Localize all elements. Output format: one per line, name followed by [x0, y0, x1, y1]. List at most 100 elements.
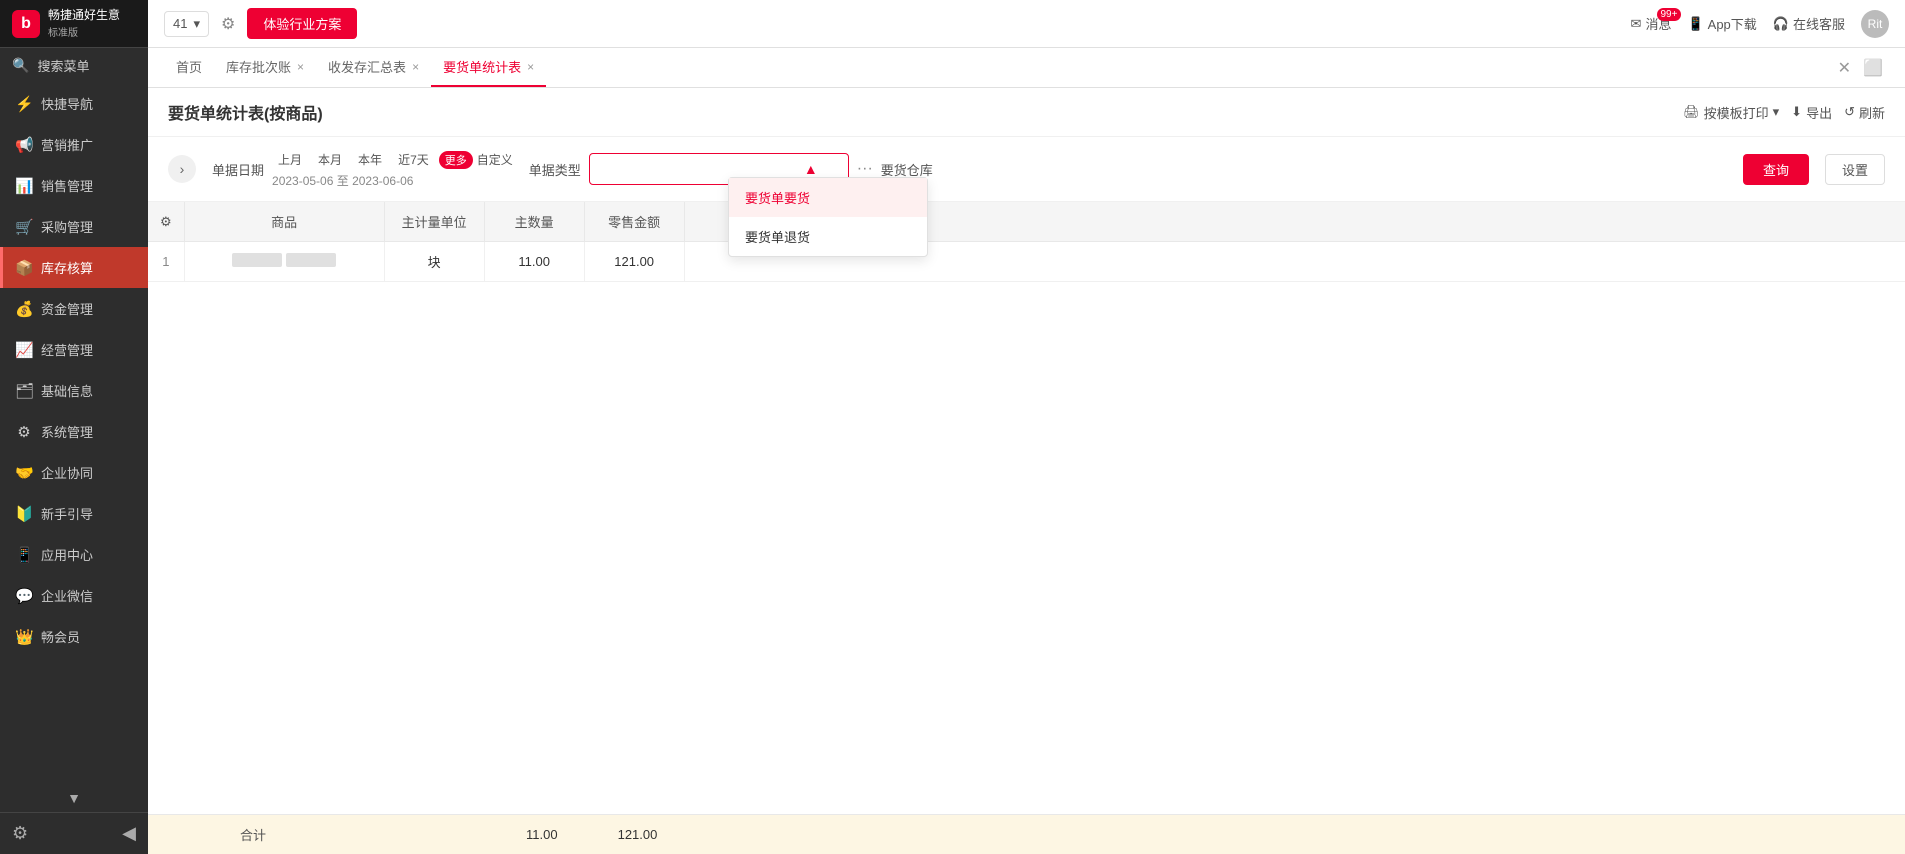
filter-expand-btn[interactable]: › [168, 155, 196, 183]
sidebar-item-vip[interactable]: 👑 畅会员 [0, 616, 148, 657]
search-menu[interactable]: 🔍 搜索菜单 [0, 48, 148, 83]
export-btn[interactable]: ⬇ 导出 [1791, 103, 1832, 122]
print-template-label: 按模板打印 [1704, 103, 1769, 122]
sidebar-item-enterprise[interactable]: 🤝 企业协同 [0, 452, 148, 493]
tab-inventory-batch-close[interactable]: × [297, 60, 304, 74]
footer-qty: 11.00 [526, 827, 558, 842]
col-goods: 商品 [184, 202, 384, 242]
goods-placeholder-2 [286, 253, 336, 267]
sidebar-item-marketing[interactable]: 📢 营销推广 [0, 124, 148, 165]
sidebar-item-label: 营销推广 [41, 135, 93, 154]
date-shortcuts: 上月 本月 本年 近7天 更多 自定义 [272, 149, 513, 170]
tab-order-stats[interactable]: 要货单统计表 × [431, 48, 546, 87]
sidebar-item-finance[interactable]: 💰 资金管理 [0, 288, 148, 329]
sidebar-item-label: 企业协同 [41, 463, 93, 482]
date-this-year[interactable]: 本年 [352, 149, 388, 170]
date-label: 单据日期 [212, 160, 264, 179]
sidebar-item-quick-nav[interactable]: ⚡ 快捷导航 [0, 83, 148, 124]
search-menu-label: 搜索菜单 [37, 56, 89, 75]
avatar-text: Rit [1868, 17, 1883, 31]
topbar-right: ✉ 消息 99+ 📱 App下载 🎧 在线客服 Rit [1631, 10, 1889, 38]
vip-icon: 👑 [15, 628, 33, 646]
company-selector[interactable]: 41 ▾ [164, 11, 209, 37]
search-icon: 🔍 [12, 57, 29, 74]
topbar: 41 ▾ ⚙ 体验行业方案 ✉ 消息 99+ 📱 App下载 🎧 在线客服 Ri… [148, 0, 1905, 48]
app-download-btn[interactable]: 📱 App下载 [1687, 14, 1756, 33]
collapse-icon[interactable]: ◀ [122, 823, 136, 844]
table-row: 1 块 11.00 121.00 [148, 242, 1905, 282]
guide-icon: 🔰 [15, 505, 33, 523]
tab-home-label: 首页 [176, 57, 202, 76]
footer-amount: 121.00 [618, 827, 658, 842]
close-all-tabs[interactable]: ✕ [1832, 58, 1857, 78]
tab-order-stats-close[interactable]: × [527, 60, 534, 74]
data-table: ⚙ 商品 主计量单位 主数量 零售金额 1 [148, 202, 1905, 282]
table-settings-icon: ⚙ [160, 214, 172, 229]
sidebar-item-label: 企业微信 [41, 586, 93, 605]
col-settings[interactable]: ⚙ [148, 202, 184, 242]
gear-icon[interactable]: ⚙ [221, 14, 235, 34]
set-btn[interactable]: 设置 [1825, 154, 1885, 185]
sidebar-scroll-down[interactable]: ▼ [0, 784, 148, 812]
base-icon: 🗂 [15, 382, 33, 400]
dropdown-item-order-goods[interactable]: 要货单要货 [729, 178, 927, 217]
print-icon: 🖨 [1683, 104, 1700, 120]
sidebar-item-label: 销售管理 [41, 176, 93, 195]
sidebar-item-label: 采购管理 [41, 217, 93, 236]
sidebar-item-label: 资金管理 [41, 299, 93, 318]
avatar[interactable]: Rit [1861, 10, 1889, 38]
date-this-month[interactable]: 本月 [312, 149, 348, 170]
sidebar-item-label: 基础信息 [41, 381, 93, 400]
sidebar-item-operation[interactable]: 📈 经营管理 [0, 329, 148, 370]
app-icon: 📱 [1687, 16, 1703, 32]
maximize-icon[interactable]: ⬜ [1857, 58, 1889, 78]
type-label: 单据类型 [529, 160, 581, 179]
refresh-btn[interactable]: ↺ 刷新 [1844, 103, 1885, 122]
refresh-icon: ↺ [1844, 104, 1855, 120]
col-amount: 零售金额 [584, 202, 684, 242]
dropdown-item-order-return[interactable]: 要货单退货 [729, 217, 927, 256]
tab-inventory-batch[interactable]: 库存批次账 × [214, 48, 316, 87]
tab-receive-summary-close[interactable]: × [412, 60, 419, 74]
company-value: 41 [173, 16, 187, 31]
main-area: 41 ▾ ⚙ 体验行业方案 ✉ 消息 99+ 📱 App下载 🎧 在线客服 Ri… [148, 0, 1905, 854]
type-dropdown: 要货单要货 要货单退货 [728, 177, 928, 257]
date-7days[interactable]: 近7天 [392, 149, 435, 170]
tab-home[interactable]: 首页 [164, 48, 214, 87]
table-header-row: ⚙ 商品 主计量单位 主数量 零售金额 [148, 202, 1905, 242]
online-service-btn[interactable]: 🎧 在线客服 [1773, 14, 1845, 33]
date-prev-month[interactable]: 上月 [272, 149, 308, 170]
sidebar-item-label: 系统管理 [41, 422, 93, 441]
query-btn[interactable]: 查询 [1743, 154, 1809, 185]
sidebar: b 畅捷通好生意 标准版 🔍 搜索菜单 ⚡ 快捷导航 📢 营销推广 📊 销售管理… [0, 0, 148, 854]
print-chevron-icon: ▾ [1773, 104, 1780, 120]
warehouse-label: 要货仓库 [881, 160, 933, 179]
app-center-icon: 📱 [15, 546, 33, 564]
sidebar-item-purchase[interactable]: 🛒 采购管理 [0, 206, 148, 247]
date-range-text: 2023-05-06 至 2023-06-06 [272, 172, 513, 189]
print-template-btn[interactable]: 🖨 按模板打印 ▾ [1683, 103, 1779, 122]
topbar-left: 41 ▾ ⚙ 体验行业方案 [164, 8, 357, 39]
tab-receive-summary[interactable]: 收发存汇总表 × [316, 48, 431, 87]
filter-more-icon[interactable]: ··· [857, 160, 873, 178]
export-icon: ⬇ [1791, 104, 1802, 120]
date-more-btn[interactable]: 更多 [439, 151, 473, 169]
sidebar-item-system[interactable]: ⚙ 系统管理 [0, 411, 148, 452]
tab-order-stats-label: 要货单统计表 [443, 57, 521, 76]
row-goods [184, 242, 384, 282]
sidebar-item-inventory[interactable]: 📦 库存核算 [0, 247, 148, 288]
sidebar-item-guide[interactable]: 🔰 新手引导 [0, 493, 148, 534]
finance-icon: 💰 [15, 300, 33, 318]
messages-btn[interactable]: ✉ 消息 99+ [1631, 14, 1672, 33]
sidebar-item-app-center[interactable]: 📱 应用中心 [0, 534, 148, 575]
sidebar-item-wechat[interactable]: 💬 企业微信 [0, 575, 148, 616]
trial-btn[interactable]: 体验行业方案 [247, 8, 357, 39]
sidebar-menu: ⚡ 快捷导航 📢 营销推广 📊 销售管理 🛒 采购管理 📦 库存核算 💰 资金管… [0, 83, 148, 784]
settings-icon[interactable]: ⚙ [12, 823, 28, 844]
purchase-icon: 🛒 [15, 218, 33, 236]
date-custom-btn[interactable]: 自定义 [477, 151, 513, 168]
footer-label: 合计 [240, 825, 266, 844]
goods-placeholder-1 [232, 253, 282, 267]
sidebar-item-sales[interactable]: 📊 销售管理 [0, 165, 148, 206]
sidebar-item-base[interactable]: 🗂 基础信息 [0, 370, 148, 411]
